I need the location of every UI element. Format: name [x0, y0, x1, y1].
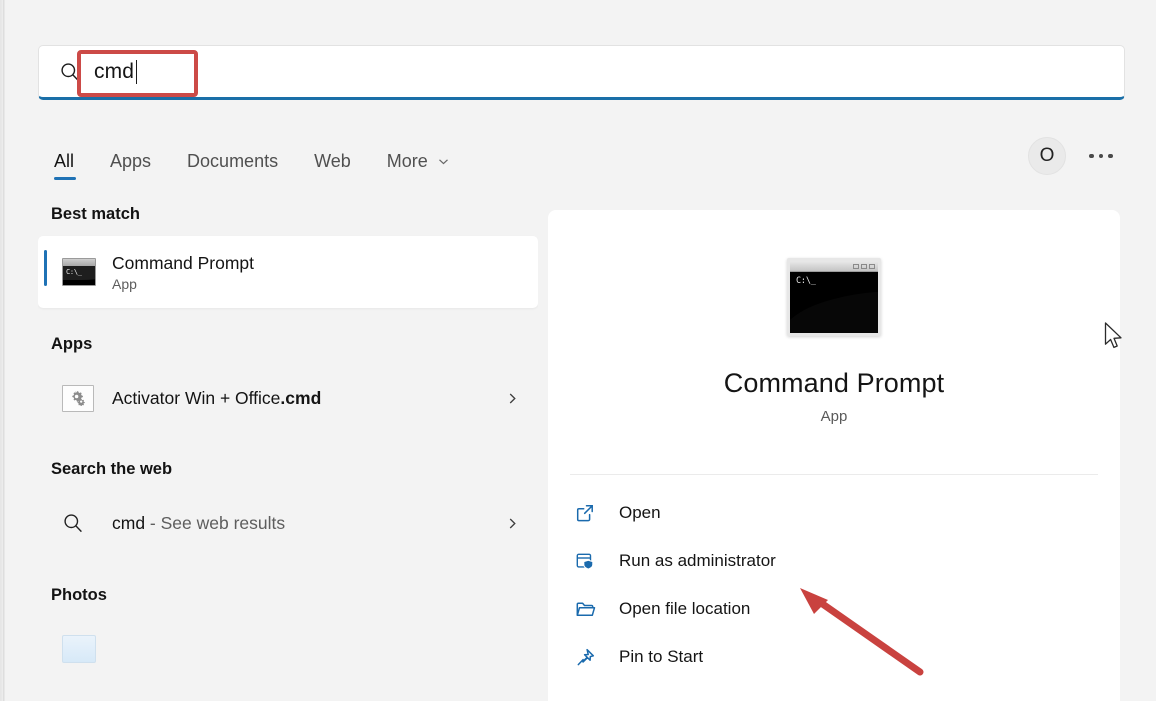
command-prompt-icon: C:\_ — [787, 258, 881, 336]
tab-more-label: More — [387, 151, 428, 172]
filter-tabs: All Apps Documents Web More — [38, 138, 468, 184]
detail-subtitle: App — [821, 408, 848, 425]
detail-title: Command Prompt — [724, 368, 944, 399]
ellipsis-dot — [1099, 154, 1104, 159]
result-item-photo-clipped[interactable] — [38, 617, 538, 681]
result-item-texts: Command Prompt App — [112, 252, 254, 292]
pin-icon — [570, 647, 600, 668]
result-item-title-plain: Activator Win + Office — [112, 388, 280, 408]
action-run-as-administrator[interactable]: Run as administrator — [548, 537, 1120, 585]
web-query-text: cmd — [112, 513, 145, 533]
search-input[interactable]: cmd — [94, 60, 134, 84]
section-header-photos: Photos — [38, 586, 538, 605]
detail-actions: Open Run as administrator — [548, 475, 1120, 681]
windows-search-overlay: cmd All Apps Documents Web More O — [0, 0, 1156, 701]
script-gears-icon — [62, 385, 100, 412]
chevron-right-icon[interactable] — [505, 391, 526, 406]
result-item-command-prompt[interactable]: C:\_ Command Prompt App — [38, 236, 538, 308]
photo-thumbnail-icon — [62, 635, 100, 663]
shield-window-icon — [570, 551, 600, 571]
action-open-file-location[interactable]: Open file location — [548, 585, 1120, 633]
tab-all-label: All — [54, 151, 74, 172]
section-header-best-match: Best match — [38, 205, 538, 224]
command-prompt-icon-text: C:\_ — [66, 268, 82, 276]
avatar-initial: O — [1040, 145, 1055, 167]
web-query-suffix: - See web results — [145, 513, 285, 533]
command-prompt-icon-text: C:\_ — [796, 276, 816, 286]
detail-hero: C:\_ Command Prompt App — [548, 210, 1120, 425]
tab-web[interactable]: Web — [296, 138, 369, 184]
text-caret — [136, 60, 138, 84]
ellipsis-icon[interactable] — [1084, 140, 1118, 172]
chevron-down-icon — [437, 155, 450, 168]
avatar[interactable]: O — [1028, 137, 1066, 175]
result-item-activator[interactable]: Activator Win + Office.cmd — [38, 366, 538, 430]
action-pin-to-start[interactable]: Pin to Start — [548, 633, 1120, 681]
detail-panel: C:\_ Command Prompt App Open — [548, 210, 1120, 701]
window-left-edge — [0, 0, 5, 701]
section-header-search-the-web: Search the web — [38, 460, 538, 479]
search-input-wrap[interactable]: cmd — [94, 46, 137, 97]
command-prompt-icon: C:\_ — [62, 258, 100, 286]
window-edge-line — [3, 0, 4, 701]
tab-apps-label: Apps — [110, 151, 151, 172]
result-item-web-search[interactable]: cmd - See web results — [38, 491, 538, 555]
open-external-icon — [570, 503, 600, 523]
section-header-apps: Apps — [38, 335, 538, 354]
tab-documents[interactable]: Documents — [169, 138, 296, 184]
tab-all[interactable]: All — [38, 138, 92, 184]
result-item-texts: cmd - See web results — [112, 512, 285, 535]
tab-documents-label: Documents — [187, 151, 278, 172]
tab-more[interactable]: More — [369, 138, 468, 184]
result-item-subtitle: App — [112, 276, 254, 292]
action-open-file-location-label: Open file location — [619, 599, 750, 619]
chevron-right-icon[interactable] — [505, 516, 526, 531]
action-pin-to-start-label: Pin to Start — [619, 647, 703, 667]
tab-apps[interactable]: Apps — [92, 138, 169, 184]
result-item-title: Command Prompt — [112, 252, 254, 275]
result-item-title: Activator Win + Office.cmd — [112, 387, 321, 410]
search-icon — [62, 512, 100, 534]
results-list: Best match C:\_ Command Prompt App Apps — [38, 205, 538, 701]
tab-web-label: Web — [314, 151, 351, 172]
ellipsis-dot — [1108, 154, 1113, 159]
result-item-texts: Activator Win + Office.cmd — [112, 387, 321, 410]
folder-icon — [570, 600, 600, 619]
action-open[interactable]: Open — [548, 489, 1120, 537]
action-open-label: Open — [619, 503, 661, 523]
search-box[interactable]: cmd — [38, 45, 1125, 100]
search-icon — [59, 61, 81, 83]
action-run-as-administrator-label: Run as administrator — [619, 551, 776, 571]
result-item-title: cmd - See web results — [112, 512, 285, 535]
ellipsis-dot — [1089, 154, 1094, 159]
result-item-title-match: .cmd — [280, 388, 321, 408]
